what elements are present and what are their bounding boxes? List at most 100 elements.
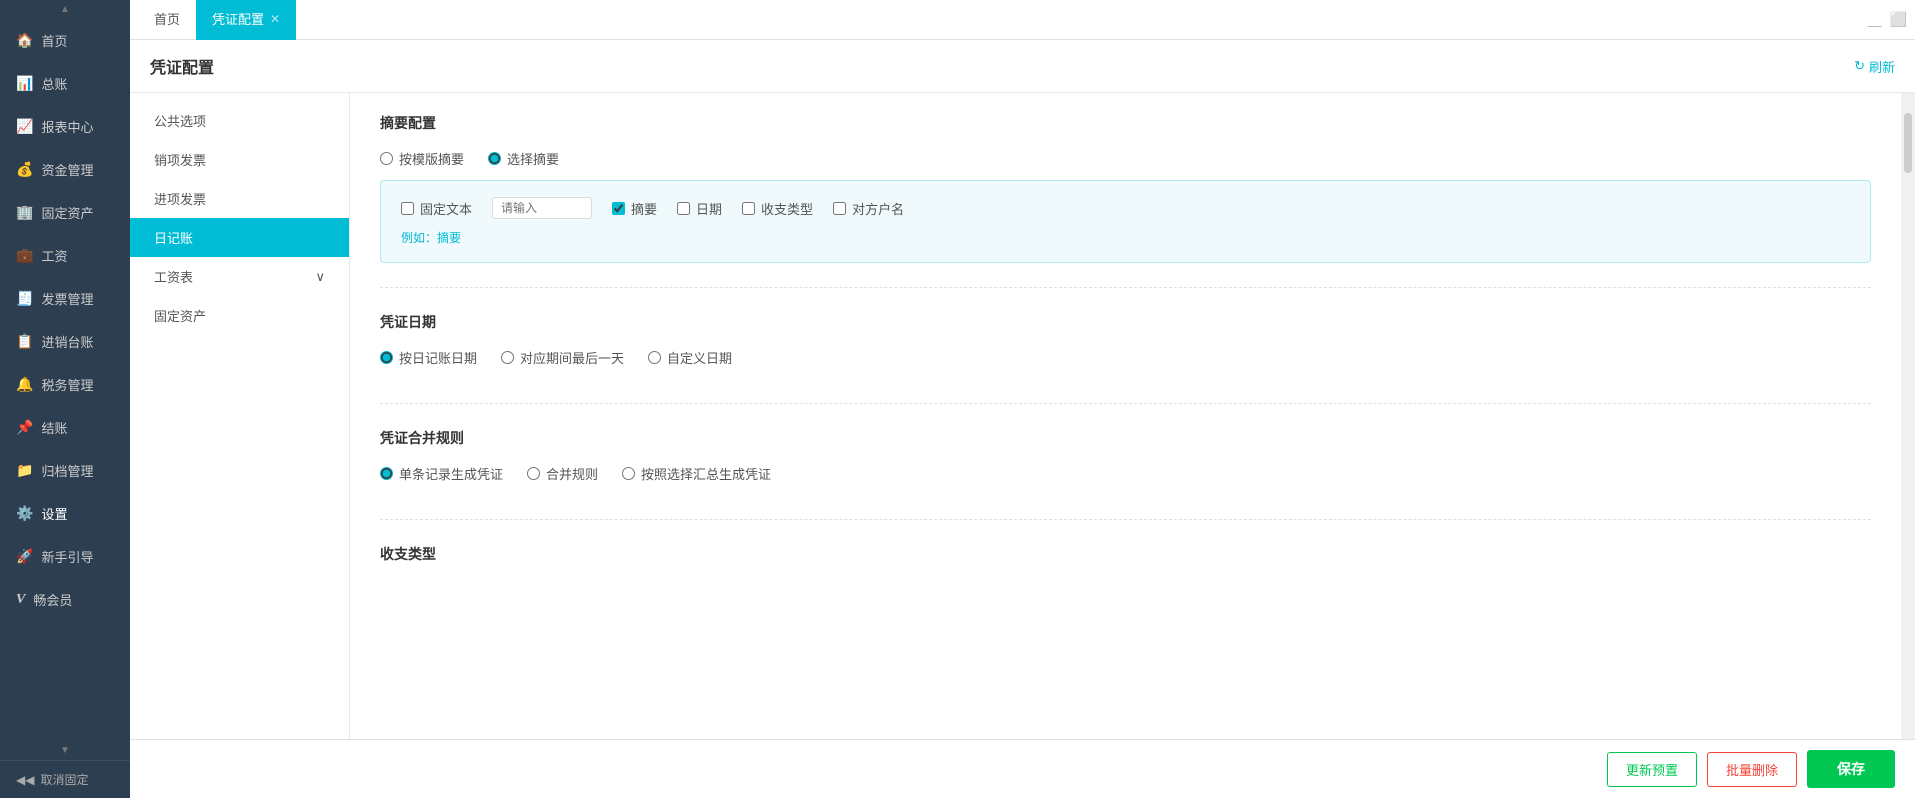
settings-icon: ⚙️ bbox=[16, 505, 33, 522]
income-type-title: 收支类型 bbox=[380, 544, 1871, 564]
sidebar-scroll-down[interactable]: ▼ bbox=[0, 741, 130, 760]
content-layout: 公共选项 销项发票 进项发票 日记账 工资表 ∨ 固定资产 bbox=[130, 93, 1915, 739]
tab-voucher[interactable]: 凭证配置 ✕ bbox=[196, 0, 296, 40]
sidebar-item-sales[interactable]: 📋 进销台账 bbox=[0, 320, 130, 363]
checkbox-fixed-text[interactable]: 固定文本 bbox=[401, 199, 472, 218]
tab-bar: 首页 凭证配置 ✕ ＿ ⬜ bbox=[130, 0, 1915, 40]
merge-rule-radio-row: 单条记录生成凭证 合并规则 按照选择汇总生成凭证 bbox=[380, 464, 1871, 483]
income-type-checkbox-input[interactable] bbox=[742, 202, 755, 215]
summary-config-title: 摘要配置 bbox=[380, 113, 1871, 133]
sidebar-item-assets[interactable]: 🏢 固定资产 bbox=[0, 191, 130, 234]
sidebar-item-ledger[interactable]: 📊 总账 bbox=[0, 62, 130, 105]
radio-select-input[interactable] bbox=[488, 152, 501, 165]
sidebar-nav: 🏠 首页 📊 总账 📈 报表中心 💰 资金管理 🏢 固定资产 💼 工资 🧾 发票… bbox=[0, 19, 130, 741]
page-title: 凭证配置 bbox=[150, 54, 214, 78]
sidebar-item-guide[interactable]: 🚀 新手引导 bbox=[0, 535, 130, 578]
checkbox-counterpart[interactable]: 对方户名 bbox=[833, 199, 904, 218]
left-nav-purchase-invoice[interactable]: 进项发票 bbox=[130, 179, 349, 218]
summary-checkbox-input[interactable] bbox=[612, 202, 625, 215]
right-content: 摘要配置 按模版摘要 选择摘要 bbox=[350, 93, 1901, 739]
radio-single-record[interactable]: 单条记录生成凭证 bbox=[380, 464, 503, 483]
sidebar-item-reports[interactable]: 📈 报表中心 bbox=[0, 105, 130, 148]
left-nav-journal[interactable]: 日记账 bbox=[130, 218, 349, 257]
sidebar-item-funds[interactable]: 💰 资金管理 bbox=[0, 148, 130, 191]
sidebar-item-archive[interactable]: 📁 归档管理 bbox=[0, 449, 130, 492]
radio-merge-rule[interactable]: 合并规则 bbox=[527, 464, 598, 483]
sidebar: ▲ 🏠 首页 📊 总账 📈 报表中心 💰 资金管理 🏢 固定资产 💼 工资 🧾 … bbox=[0, 0, 130, 798]
page-header: 凭证配置 ↻ 刷新 bbox=[130, 40, 1915, 93]
radio-journal-date[interactable]: 按日记账日期 bbox=[380, 348, 477, 367]
scrollbar-thumb[interactable] bbox=[1904, 113, 1912, 173]
voucher-date-title: 凭证日期 bbox=[380, 312, 1871, 332]
merge-rule-section: 凭证合并规则 单条记录生成凭证 合并规则 按照选择汇总生成凭证 bbox=[380, 428, 1871, 520]
update-preview-button[interactable]: 更新预置 bbox=[1607, 752, 1697, 787]
sidebar-item-invoice[interactable]: 🧾 发票管理 bbox=[0, 277, 130, 320]
merge-rule-radio-input[interactable] bbox=[527, 467, 540, 480]
sidebar-item-settings[interactable]: ⚙️ 设置 bbox=[0, 492, 130, 535]
sidebar-item-settlement[interactable]: 📌 结账 bbox=[0, 406, 130, 449]
radio-custom-date[interactable]: 自定义日期 bbox=[648, 348, 732, 367]
left-nav-sales-invoice[interactable]: 销项发票 bbox=[130, 140, 349, 179]
member-icon: V bbox=[16, 592, 25, 608]
merge-rule-title: 凭证合并规则 bbox=[380, 428, 1871, 448]
custom-date-radio-input[interactable] bbox=[648, 351, 661, 364]
chevron-down-icon: ∨ bbox=[315, 269, 325, 285]
radio-period-last-day[interactable]: 对应期间最后一天 bbox=[501, 348, 624, 367]
sales-icon: 📋 bbox=[16, 333, 33, 350]
select-aggregate-radio-input[interactable] bbox=[622, 467, 635, 480]
tax-icon: 🔔 bbox=[16, 376, 33, 393]
pin-icon: ◀◀ bbox=[16, 773, 34, 787]
ledger-icon: 📊 bbox=[16, 75, 33, 92]
summary-radio-row: 按模版摘要 选择摘要 bbox=[380, 149, 1871, 168]
sidebar-item-home[interactable]: 🏠 首页 bbox=[0, 19, 130, 62]
left-nav-fixed-assets[interactable]: 固定资产 bbox=[130, 296, 349, 335]
payroll-icon: 💼 bbox=[16, 247, 33, 264]
bottom-bar: 更新预置 批量删除 保存 bbox=[130, 739, 1915, 798]
refresh-icon: ↻ bbox=[1854, 58, 1865, 74]
home-icon: 🏠 bbox=[16, 32, 33, 49]
sidebar-item-tax[interactable]: 🔔 税务管理 bbox=[0, 363, 130, 406]
journal-date-radio-input[interactable] bbox=[380, 351, 393, 364]
single-record-radio-input[interactable] bbox=[380, 467, 393, 480]
voucher-date-radio-row: 按日记账日期 对应期间最后一天 自定义日期 bbox=[380, 348, 1871, 367]
archive-icon: 📁 bbox=[16, 462, 33, 479]
radio-template-summary[interactable]: 按模版摘要 bbox=[380, 149, 464, 168]
tab-bar-actions: ＿ ⬜ bbox=[1868, 10, 1907, 30]
fixed-text-checkbox-input[interactable] bbox=[401, 202, 414, 215]
window-maximize-icon[interactable]: ⬜ bbox=[1890, 11, 1907, 28]
refresh-button[interactable]: ↻ 刷新 bbox=[1854, 57, 1895, 76]
sidebar-item-payroll[interactable]: 💼 工资 bbox=[0, 234, 130, 277]
unpin-button[interactable]: ◀◀ 取消固定 bbox=[0, 760, 130, 798]
tab-close-icon[interactable]: ✕ bbox=[270, 12, 280, 26]
radio-select-summary[interactable]: 选择摘要 bbox=[488, 149, 559, 168]
left-nav: 公共选项 销项发票 进项发票 日记账 工资表 ∨ 固定资产 bbox=[130, 93, 350, 739]
checkbox-summary[interactable]: 摘要 bbox=[612, 199, 657, 218]
fixed-text-input[interactable] bbox=[492, 197, 592, 219]
scrollbar-track[interactable] bbox=[1901, 93, 1915, 739]
radio-select-aggregate[interactable]: 按照选择汇总生成凭证 bbox=[622, 464, 771, 483]
income-type-section: 收支类型 bbox=[380, 544, 1871, 604]
summary-hint: 例如：摘要 bbox=[401, 229, 1850, 246]
batch-delete-button[interactable]: 批量删除 bbox=[1707, 752, 1797, 787]
radio-template-input[interactable] bbox=[380, 152, 393, 165]
left-nav-public[interactable]: 公共选项 bbox=[130, 101, 349, 140]
assets-icon: 🏢 bbox=[16, 204, 33, 221]
sidebar-scroll-up[interactable]: ▲ bbox=[0, 0, 130, 19]
summary-checkbox-row: 固定文本 摘要 日期 bbox=[401, 197, 1850, 219]
voucher-date-section: 凭证日期 按日记账日期 对应期间最后一天 自定义日期 bbox=[380, 312, 1871, 404]
date-checkbox-input[interactable] bbox=[677, 202, 690, 215]
summary-config-section: 摘要配置 按模版摘要 选择摘要 bbox=[380, 113, 1871, 288]
checkbox-income-type[interactable]: 收支类型 bbox=[742, 199, 813, 218]
left-nav-payroll-table[interactable]: 工资表 ∨ bbox=[130, 257, 349, 296]
checkbox-date[interactable]: 日期 bbox=[677, 199, 722, 218]
window-minimize-icon[interactable]: ＿ bbox=[1868, 10, 1882, 30]
period-last-day-radio-input[interactable] bbox=[501, 351, 514, 364]
tab-home[interactable]: 首页 bbox=[138, 0, 196, 40]
main-area: 首页 凭证配置 ✕ ＿ ⬜ 凭证配置 ↻ 刷新 公共选项 bbox=[130, 0, 1915, 798]
reports-icon: 📈 bbox=[16, 118, 33, 135]
sidebar-item-member[interactable]: V 畅会员 bbox=[0, 578, 130, 621]
page-content: 凭证配置 ↻ 刷新 公共选项 销项发票 进项发票 日记账 bbox=[130, 40, 1915, 798]
funds-icon: 💰 bbox=[16, 161, 33, 178]
counterpart-checkbox-input[interactable] bbox=[833, 202, 846, 215]
save-button[interactable]: 保存 bbox=[1807, 750, 1895, 788]
